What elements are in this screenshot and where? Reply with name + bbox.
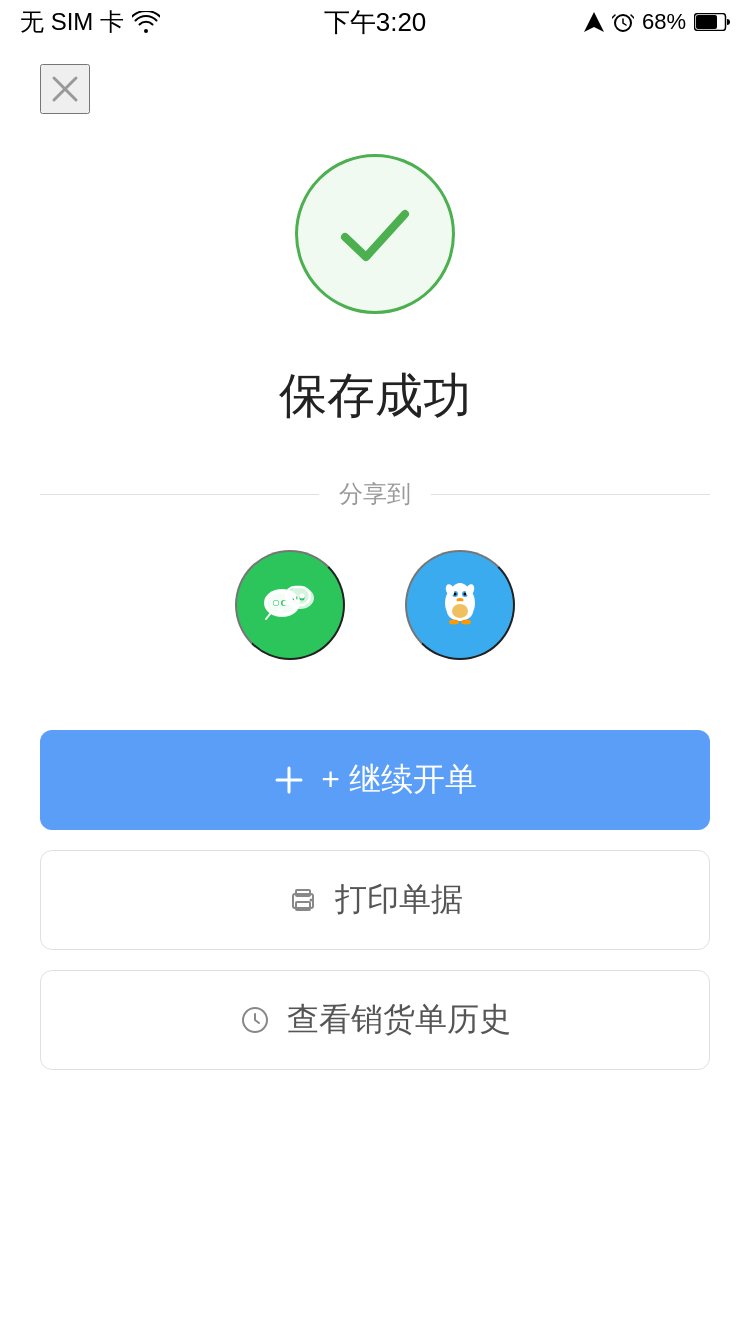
divider-line-right <box>431 494 710 495</box>
history-label: 查看销货单历史 <box>287 998 511 1042</box>
svg-point-17 <box>299 593 304 598</box>
close-button[interactable] <box>40 64 90 114</box>
print-button[interactable]: 打印单据 <box>40 850 710 950</box>
no-sim-label: 无 SIM 卡 <box>20 6 124 38</box>
wechat-share-button[interactable] <box>235 550 345 660</box>
svg-point-27 <box>449 619 459 624</box>
success-title: 保存成功 <box>279 364 471 428</box>
print-label: 打印单据 <box>335 878 463 922</box>
status-left: 无 SIM 卡 <box>20 6 160 38</box>
status-bar: 无 SIM 卡 下午3:20 68% <box>0 0 750 44</box>
svg-point-36 <box>310 899 313 902</box>
alarm-icon <box>612 11 634 33</box>
action-buttons: + 继续开单 打印单据 查看销货单历史 <box>40 730 710 1070</box>
share-label: 分享到 <box>339 478 411 510</box>
location-icon <box>584 12 604 32</box>
status-right: 68% <box>584 9 730 35</box>
history-icon <box>239 1004 271 1036</box>
success-icon-circle <box>295 154 455 314</box>
checkmark-icon <box>330 189 420 279</box>
svg-point-28 <box>461 619 471 624</box>
svg-point-15 <box>282 600 287 605</box>
qq-icon <box>428 573 493 638</box>
battery-icon <box>694 13 730 31</box>
main-content: 保存成功 分享到 <box>0 44 750 1070</box>
wechat-icon <box>258 573 323 638</box>
close-icon <box>50 74 80 104</box>
plus-icon <box>273 764 305 796</box>
share-divider: 分享到 <box>40 478 710 510</box>
wifi-icon <box>132 11 160 33</box>
divider-line-left <box>40 494 319 495</box>
battery-percent: 68% <box>642 9 686 35</box>
svg-point-26 <box>452 604 468 618</box>
status-time: 下午3:20 <box>324 5 427 40</box>
svg-rect-2 <box>696 15 717 29</box>
qq-share-button[interactable] <box>405 550 515 660</box>
svg-point-14 <box>273 600 278 605</box>
svg-point-16 <box>291 593 296 598</box>
share-icons-row <box>235 550 515 660</box>
print-icon <box>287 884 319 916</box>
history-button[interactable]: 查看销货单历史 <box>40 970 710 1070</box>
continue-button[interactable]: + 继续开单 <box>40 730 710 830</box>
continue-label: + 继续开单 <box>321 758 477 802</box>
